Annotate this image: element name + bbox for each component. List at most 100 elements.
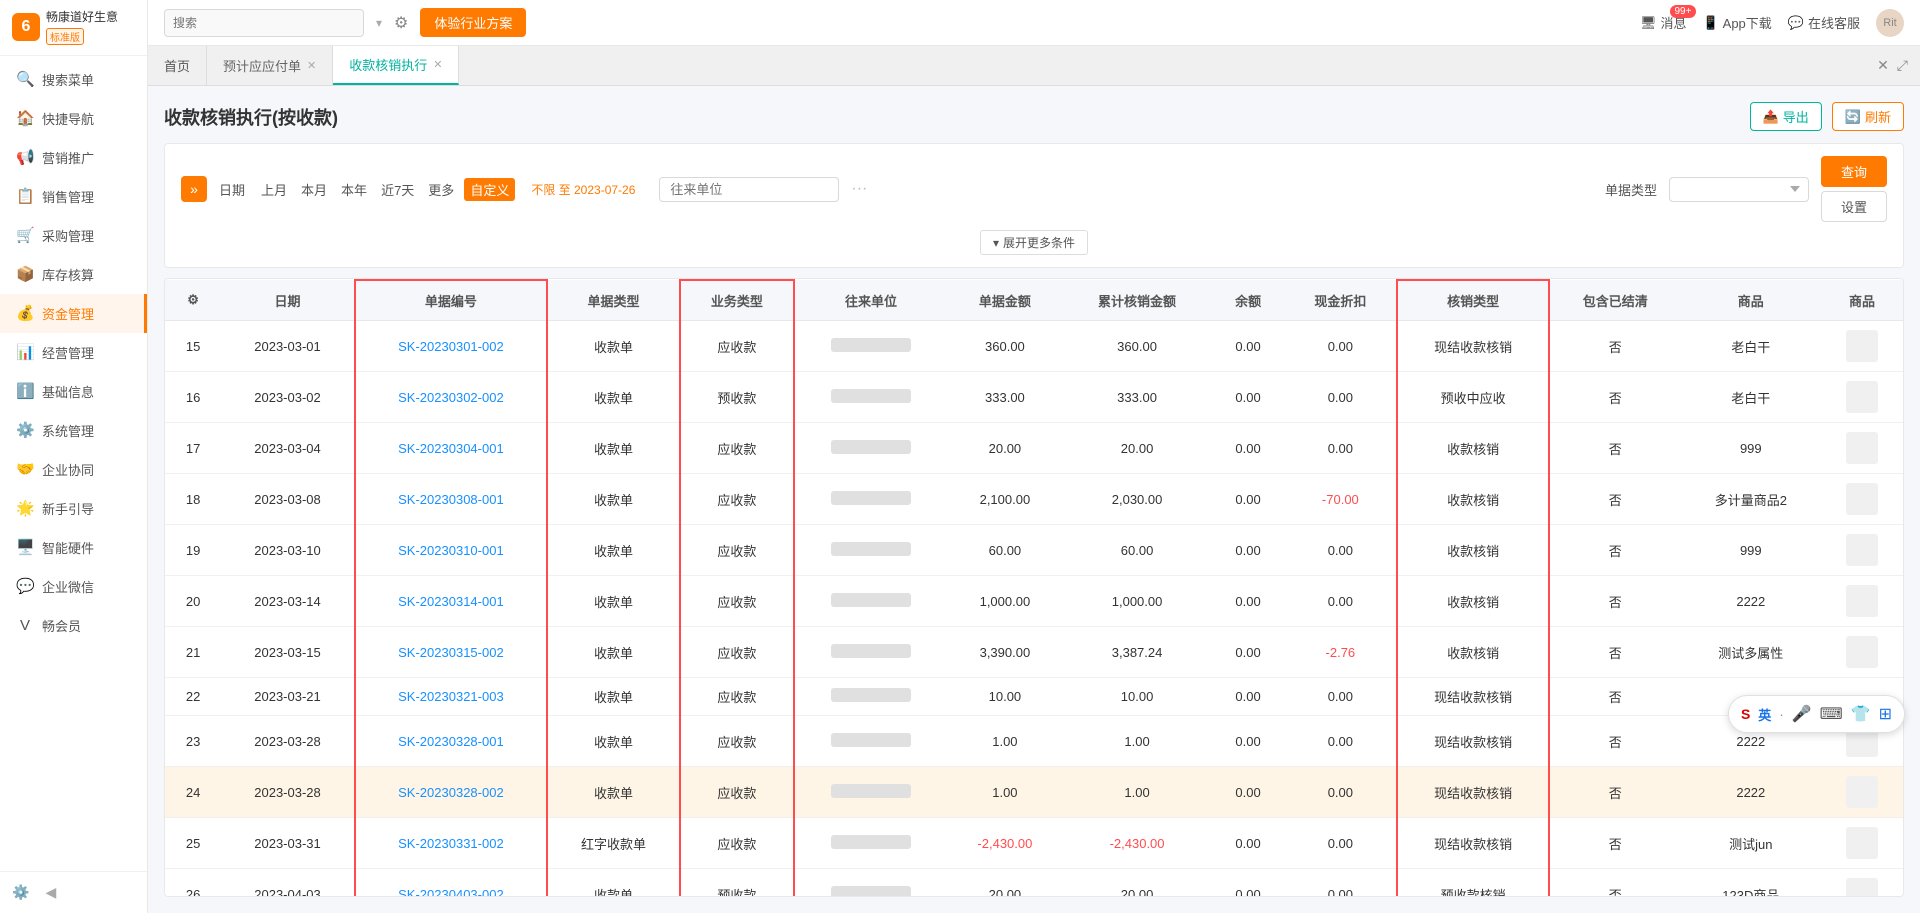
voucher-link[interactable]: SK-20230308-001 [398,492,504,507]
tab-close-collection[interactable]: ✕ [433,58,442,71]
sidebar-item-basic[interactable]: ℹ️基础信息 [0,372,147,411]
sidebar-item-member[interactable]: V畅会员 [0,606,147,645]
sidebar-item-hardware[interactable]: 🖥️智能硬件 [0,528,147,567]
cell-include-settled: 否 [1549,627,1680,678]
float-shirt-icon[interactable]: 👕 [1851,704,1871,724]
filter-custom[interactable]: 自定义 [464,178,515,201]
cell-biz-type: 应收款 [680,716,794,767]
cell-amount: 1.00 [947,716,1062,767]
sidebar-item-finance[interactable]: 💰资金管理 [0,294,147,333]
settings-button[interactable]: 设置 [1821,191,1887,222]
th-include_settled: 包含已结清 [1549,280,1680,321]
export-button[interactable]: 📤 导出 [1750,102,1822,131]
cell-amount: -2,430.00 [947,818,1062,869]
sidebar-item-system[interactable]: ⚙️系统管理 [0,411,147,450]
sidebar-label-inventory: 库存核算 [42,265,94,284]
cell-include-settled: 否 [1549,525,1680,576]
industry-btn[interactable]: 体验行业方案 [420,8,526,37]
search-input[interactable] [164,9,364,37]
cell-cash-discount: 0.00 [1285,372,1398,423]
filter-this-year[interactable]: 本年 [337,178,371,201]
filter-expand-button[interactable]: » [181,176,207,202]
sidebar-item-marketing[interactable]: 📢营销推广 [0,138,147,177]
topbar-chevron-icon[interactable]: ▾ [376,16,382,30]
cell-voucher-no: SK-20230315-002 [355,627,547,678]
voucher-link[interactable]: SK-20230331-002 [398,836,504,851]
float-brand-s: S [1741,706,1750,722]
topbar-right: 🖥 消息 99+ 📱 App下载 💬 在线客服 Rit [1640,9,1904,37]
float-grid-icon[interactable]: ⊞ [1879,704,1892,724]
voucher-link[interactable]: SK-20230302-002 [398,390,504,405]
tab-collection[interactable]: 收款核销执行✕ [333,46,459,85]
cell-amount: 1.00 [947,767,1062,818]
sidebar-icon-system: ⚙️ [16,421,34,439]
tab-close-window-icon[interactable]: ✕ [1877,57,1889,74]
notification-btn[interactable]: 🖥 消息 99+ [1640,13,1687,32]
voucher-link[interactable]: SK-20230314-001 [398,594,504,609]
voucher-type-select[interactable] [1669,177,1809,202]
tab-prepay[interactable]: 预计应应付单✕ [207,46,333,85]
expand-more-button[interactable]: ▾ 展开更多条件 [980,230,1088,255]
voucher-link[interactable]: SK-20230328-001 [398,734,504,749]
sidebar-item-guide[interactable]: 🌟新手引导 [0,489,147,528]
cell-product-thumb [1821,525,1903,576]
counterparty-input[interactable] [659,177,839,202]
sidebar-item-sales[interactable]: 📋销售管理 [0,177,147,216]
sidebar-logo-badge: 标准版 [46,28,84,45]
voucher-link[interactable]: SK-20230321-003 [398,689,504,704]
query-button[interactable]: 查询 [1821,156,1887,187]
sidebar-item-enterprise[interactable]: 🤝企业协同 [0,450,147,489]
sidebar-label-marketing: 营销推广 [42,148,94,167]
sidebar-collapse-icon[interactable]: ◀ [45,884,56,901]
sidebar-item-purchase[interactable]: 🛒采购管理 [0,216,147,255]
th-counterparty: 往来单位 [794,280,947,321]
filter-last-month[interactable]: 上月 [257,178,291,201]
cell-voucher-no: SK-20230403-002 [355,869,547,898]
refresh-button[interactable]: 🔄 刷新 [1832,102,1904,131]
filter-more-date[interactable]: 更多 [424,178,458,201]
cell-cash-discount: 0.00 [1285,767,1398,818]
cell-include-settled: 否 [1549,321,1680,372]
voucher-link[interactable]: SK-20230301-002 [398,339,504,354]
cell-product: 999 [1681,525,1822,576]
cell-counterparty [794,767,947,818]
cell-voucher-type: 红字收款单 [547,818,680,869]
sidebar-item-quick-nav[interactable]: 🏠快捷导航 [0,99,147,138]
cell-date: 2023-03-28 [221,767,355,818]
sidebar-item-operations[interactable]: 📊经营管理 [0,333,147,372]
cell-voucher-type: 收款单 [547,423,680,474]
float-mic-icon[interactable]: 🎤 [1792,704,1812,724]
voucher-link[interactable]: SK-20230315-002 [398,645,504,660]
sidebar-item-search[interactable]: 🔍搜索菜单 [0,60,147,99]
service-label: 在线客服 [1808,13,1860,32]
sidebar-settings-icon[interactable]: ⚙️ [12,884,29,901]
tab-close-prepay[interactable]: ✕ [307,59,316,72]
cell-no: 26 [165,869,221,898]
th-product2: 商品 [1821,280,1903,321]
app-download-btn[interactable]: 📱 App下载 [1702,13,1771,32]
th-balance: 余额 [1212,280,1285,321]
cell-voucher-no: SK-20230328-002 [355,767,547,818]
sidebar-item-inventory[interactable]: 📦库存核算 [0,255,147,294]
voucher-link[interactable]: SK-20230310-001 [398,543,504,558]
voucher-link[interactable]: SK-20230403-002 [398,887,504,898]
sidebar-item-wechat[interactable]: 💬企业微信 [0,567,147,606]
filter-this-month[interactable]: 本月 [297,178,331,201]
cell-biz-type: 应收款 [680,576,794,627]
cell-amount: 360.00 [947,321,1062,372]
filter-7days[interactable]: 近7天 [377,178,418,201]
tab-maximize-icon[interactable]: ⤢ [1897,57,1908,74]
filter-date-options: 上月 本月 本年 近7天 更多 自定义 [257,178,515,201]
voucher-link[interactable]: SK-20230304-001 [398,441,504,456]
topbar-gear-icon[interactable]: ⚙ [394,13,408,33]
cell-date: 2023-03-28 [221,716,355,767]
cell-include-settled: 否 [1549,767,1680,818]
tab-home[interactable]: 首页 [148,46,207,85]
voucher-type-label: 单据类型 [1605,180,1657,199]
voucher-link[interactable]: SK-20230328-002 [398,785,504,800]
page-content: 收款核销执行(按收款) 📤 导出 🔄 刷新 » 日期 上月 本月 [148,86,1920,913]
cell-date: 2023-03-14 [221,576,355,627]
float-keyboard-icon[interactable]: ⌨ [1820,704,1843,724]
user-avatar[interactable]: Rit [1876,9,1904,37]
service-btn[interactable]: 💬 在线客服 [1788,13,1860,32]
